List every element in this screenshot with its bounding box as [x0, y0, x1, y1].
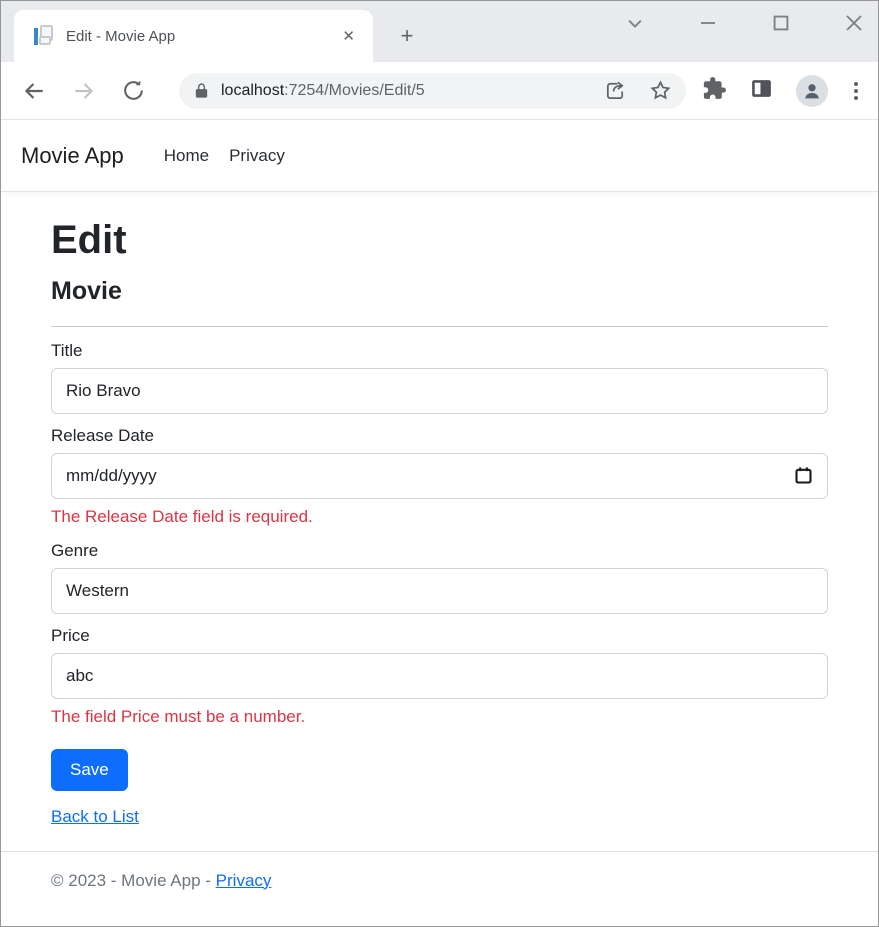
genre-input[interactable] [51, 568, 828, 614]
chevron-down-icon[interactable] [621, 9, 649, 37]
back-to-list-link[interactable]: Back to List [51, 807, 139, 827]
new-tab-button[interactable]: + [393, 23, 421, 51]
close-window-button[interactable] [840, 9, 868, 37]
copyright-text: © 2023 - Movie App - [51, 871, 216, 890]
title-field-group: Title [51, 341, 828, 414]
site-favicon-icon [34, 25, 56, 47]
page-content: Edit Movie Title Release Date The Releas… [1, 192, 878, 827]
browser-toolbar: localhost:7254/Movies/Edit/5 [1, 62, 878, 120]
release-date-error: The Release Date field is required. [51, 505, 828, 529]
release-date-label: Release Date [51, 426, 828, 446]
reload-icon[interactable] [121, 78, 146, 103]
browser-window: Edit - Movie App ✕ + [0, 0, 879, 927]
browser-tab[interactable]: Edit - Movie App ✕ [14, 10, 373, 62]
genre-field-group: Genre [51, 541, 828, 614]
genre-label: Genre [51, 541, 828, 561]
title-label: Title [51, 341, 828, 361]
maximize-button[interactable] [767, 9, 795, 37]
price-label: Price [51, 626, 828, 646]
release-date-input[interactable] [51, 453, 828, 499]
url-host: localhost [221, 82, 284, 99]
share-icon[interactable] [604, 79, 627, 102]
nav-link-home[interactable]: Home [154, 138, 219, 174]
calendar-icon[interactable] [793, 465, 814, 491]
browser-menu-icon[interactable] [850, 78, 862, 104]
profile-avatar[interactable] [796, 75, 828, 107]
price-input[interactable] [51, 653, 828, 699]
footer-privacy-link[interactable]: Privacy [216, 871, 272, 890]
lock-icon[interactable] [193, 82, 210, 99]
nav-link-privacy[interactable]: Privacy [219, 138, 295, 174]
brand-link[interactable]: Movie App [21, 143, 124, 169]
save-button[interactable]: Save [51, 749, 128, 791]
tab-close-icon[interactable]: ✕ [336, 25, 361, 47]
minimize-button[interactable] [694, 9, 722, 37]
title-input[interactable] [51, 368, 828, 414]
divider [51, 326, 828, 327]
price-error: The field Price must be a number. [51, 705, 828, 729]
tab-title: Edit - Movie App [66, 28, 336, 45]
price-field-group: Price The field Price must be a number. [51, 626, 828, 729]
address-bar[interactable]: localhost:7254/Movies/Edit/5 [179, 73, 686, 109]
release-date-field-group: Release Date The Release Date field is r… [51, 426, 828, 529]
page-title: Edit [51, 217, 828, 263]
forward-icon[interactable] [71, 78, 97, 104]
bookmark-star-icon[interactable] [649, 79, 672, 102]
url-path: :7254/Movies/Edit/5 [284, 82, 425, 99]
back-icon[interactable] [21, 78, 47, 104]
site-footer: © 2023 - Movie App - Privacy [1, 851, 878, 910]
site-navbar: Movie App Home Privacy [1, 120, 878, 192]
url-text[interactable]: localhost:7254/Movies/Edit/5 [221, 82, 582, 100]
extensions-puzzle-icon[interactable] [702, 76, 727, 106]
edit-movie-form: Title Release Date The Release Date fiel… [51, 341, 828, 791]
page-subtitle: Movie [51, 277, 828, 306]
tab-strip: Edit - Movie App ✕ + [1, 1, 878, 62]
side-panel-icon[interactable] [749, 76, 774, 106]
